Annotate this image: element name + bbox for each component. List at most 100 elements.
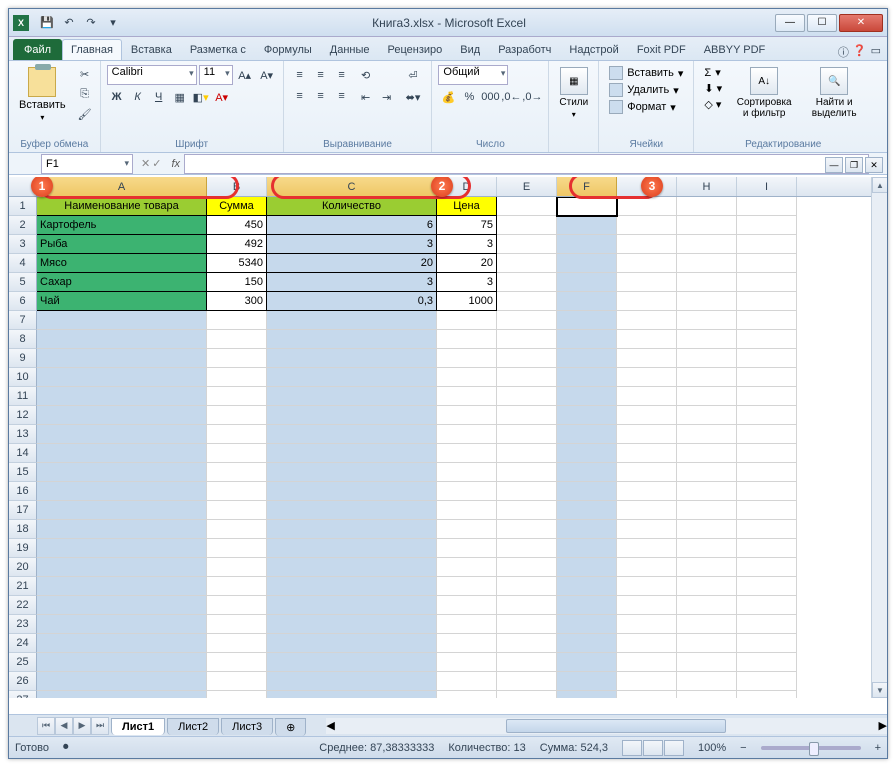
new-sheet-button[interactable]: ⊕ <box>275 718 306 736</box>
cell-F20[interactable] <box>557 558 617 577</box>
cell-G24[interactable] <box>617 634 677 653</box>
cell-F8[interactable] <box>557 330 617 349</box>
cell-I23[interactable] <box>737 615 797 634</box>
cell-I19[interactable] <box>737 539 797 558</box>
cell-F7[interactable] <box>557 311 617 330</box>
cell-E10[interactable] <box>497 368 557 387</box>
cell-E23[interactable] <box>497 615 557 634</box>
cell-D23[interactable] <box>437 615 497 634</box>
cell-B7[interactable] <box>207 311 267 330</box>
cell-E14[interactable] <box>497 444 557 463</box>
cell-E1[interactable] <box>497 197 557 216</box>
cell-D13[interactable] <box>437 425 497 444</box>
cell-G6[interactable] <box>617 292 677 311</box>
cell-A14[interactable] <box>37 444 207 463</box>
cell-G3[interactable] <box>617 235 677 254</box>
cell-C11[interactable] <box>267 387 437 406</box>
help-icon[interactable]: ❓ <box>853 44 867 60</box>
row-header-23[interactable]: 23 <box>9 615 37 634</box>
cell-H10[interactable] <box>677 368 737 387</box>
cell-G20[interactable] <box>617 558 677 577</box>
cell-H26[interactable] <box>677 672 737 691</box>
column-header-G[interactable]: G <box>617 177 677 196</box>
cell-I20[interactable] <box>737 558 797 577</box>
cell-G27[interactable] <box>617 691 677 698</box>
cancel-formula-icon[interactable]: ✕ <box>141 157 150 170</box>
align-middle-icon[interactable]: ≡ <box>311 65 331 85</box>
scroll-right-icon[interactable]: ▶ <box>879 719 887 732</box>
cell-B2[interactable]: 450 <box>207 216 267 235</box>
cell-D12[interactable] <box>437 406 497 425</box>
orientation-icon[interactable]: ⟲ <box>356 65 376 85</box>
cell-B13[interactable] <box>207 425 267 444</box>
cell-C27[interactable] <box>267 691 437 698</box>
sheet-nav-next-icon[interactable]: ▶ <box>73 717 91 735</box>
macro-record-icon[interactable]: ⏺ <box>63 741 69 754</box>
cell-E18[interactable] <box>497 520 557 539</box>
cell-C1[interactable]: Количество <box>267 197 437 216</box>
row-header-11[interactable]: 11 <box>9 387 37 406</box>
format-painter-button[interactable]: 🖌 <box>76 105 94 123</box>
tab-file[interactable]: Файл <box>13 39 62 60</box>
cell-I15[interactable] <box>737 463 797 482</box>
cell-H3[interactable] <box>677 235 737 254</box>
cell-C9[interactable] <box>267 349 437 368</box>
cell-C12[interactable] <box>267 406 437 425</box>
cell-C4[interactable]: 20 <box>267 254 437 273</box>
cell-I1[interactable] <box>737 197 797 216</box>
cell-I6[interactable] <box>737 292 797 311</box>
cell-F12[interactable] <box>557 406 617 425</box>
cell-A13[interactable] <box>37 425 207 444</box>
cell-F14[interactable] <box>557 444 617 463</box>
cell-I22[interactable] <box>737 596 797 615</box>
cell-A20[interactable] <box>37 558 207 577</box>
row-header-1[interactable]: 1 <box>9 197 37 216</box>
cell-G26[interactable] <box>617 672 677 691</box>
cell-I26[interactable] <box>737 672 797 691</box>
cell-D19[interactable] <box>437 539 497 558</box>
sheet-tab-1[interactable]: Лист1 <box>111 718 165 735</box>
cell-B26[interactable] <box>207 672 267 691</box>
autosum-button[interactable]: Σ ▾ <box>700 65 726 80</box>
cell-A6[interactable]: Чай <box>37 292 207 311</box>
cell-G15[interactable] <box>617 463 677 482</box>
fill-color-button[interactable]: ◧▾ <box>191 87 211 107</box>
cell-G7[interactable] <box>617 311 677 330</box>
cell-F15[interactable] <box>557 463 617 482</box>
maximize-button[interactable]: ☐ <box>807 14 837 32</box>
cell-G14[interactable] <box>617 444 677 463</box>
increase-indent-icon[interactable]: ⇥ <box>377 87 397 107</box>
font-name-combo[interactable]: Calibri <box>107 65 197 85</box>
cell-E15[interactable] <box>497 463 557 482</box>
cell-B20[interactable] <box>207 558 267 577</box>
tab-review[interactable]: Рецензиро <box>379 39 452 60</box>
cell-F3[interactable] <box>557 235 617 254</box>
cell-C15[interactable] <box>267 463 437 482</box>
ribbon-minimize-icon[interactable]: ⓘ <box>838 44 849 60</box>
decrease-decimal-icon[interactable]: ,0→ <box>522 87 542 107</box>
cell-D1[interactable]: Цена <box>437 197 497 216</box>
view-pagebreak-button[interactable] <box>664 740 684 756</box>
scroll-up-icon[interactable]: ▲ <box>872 177 887 193</box>
cell-I2[interactable] <box>737 216 797 235</box>
cell-G22[interactable] <box>617 596 677 615</box>
cell-C16[interactable] <box>267 482 437 501</box>
cell-E2[interactable] <box>497 216 557 235</box>
cell-B23[interactable] <box>207 615 267 634</box>
cell-G1[interactable] <box>617 197 677 216</box>
cell-B4[interactable]: 5340 <box>207 254 267 273</box>
cell-D26[interactable] <box>437 672 497 691</box>
cell-E20[interactable] <box>497 558 557 577</box>
cell-A4[interactable]: Мясо <box>37 254 207 273</box>
cell-F23[interactable] <box>557 615 617 634</box>
zoom-in-button[interactable]: + <box>875 742 881 754</box>
row-header-18[interactable]: 18 <box>9 520 37 539</box>
cell-H6[interactable] <box>677 292 737 311</box>
cell-E13[interactable] <box>497 425 557 444</box>
scroll-down-icon[interactable]: ▼ <box>872 682 887 698</box>
zoom-level[interactable]: 100% <box>698 742 726 754</box>
cell-D6[interactable]: 1000 <box>437 292 497 311</box>
cell-I3[interactable] <box>737 235 797 254</box>
align-bottom-icon[interactable]: ≡ <box>332 65 352 85</box>
cell-H16[interactable] <box>677 482 737 501</box>
